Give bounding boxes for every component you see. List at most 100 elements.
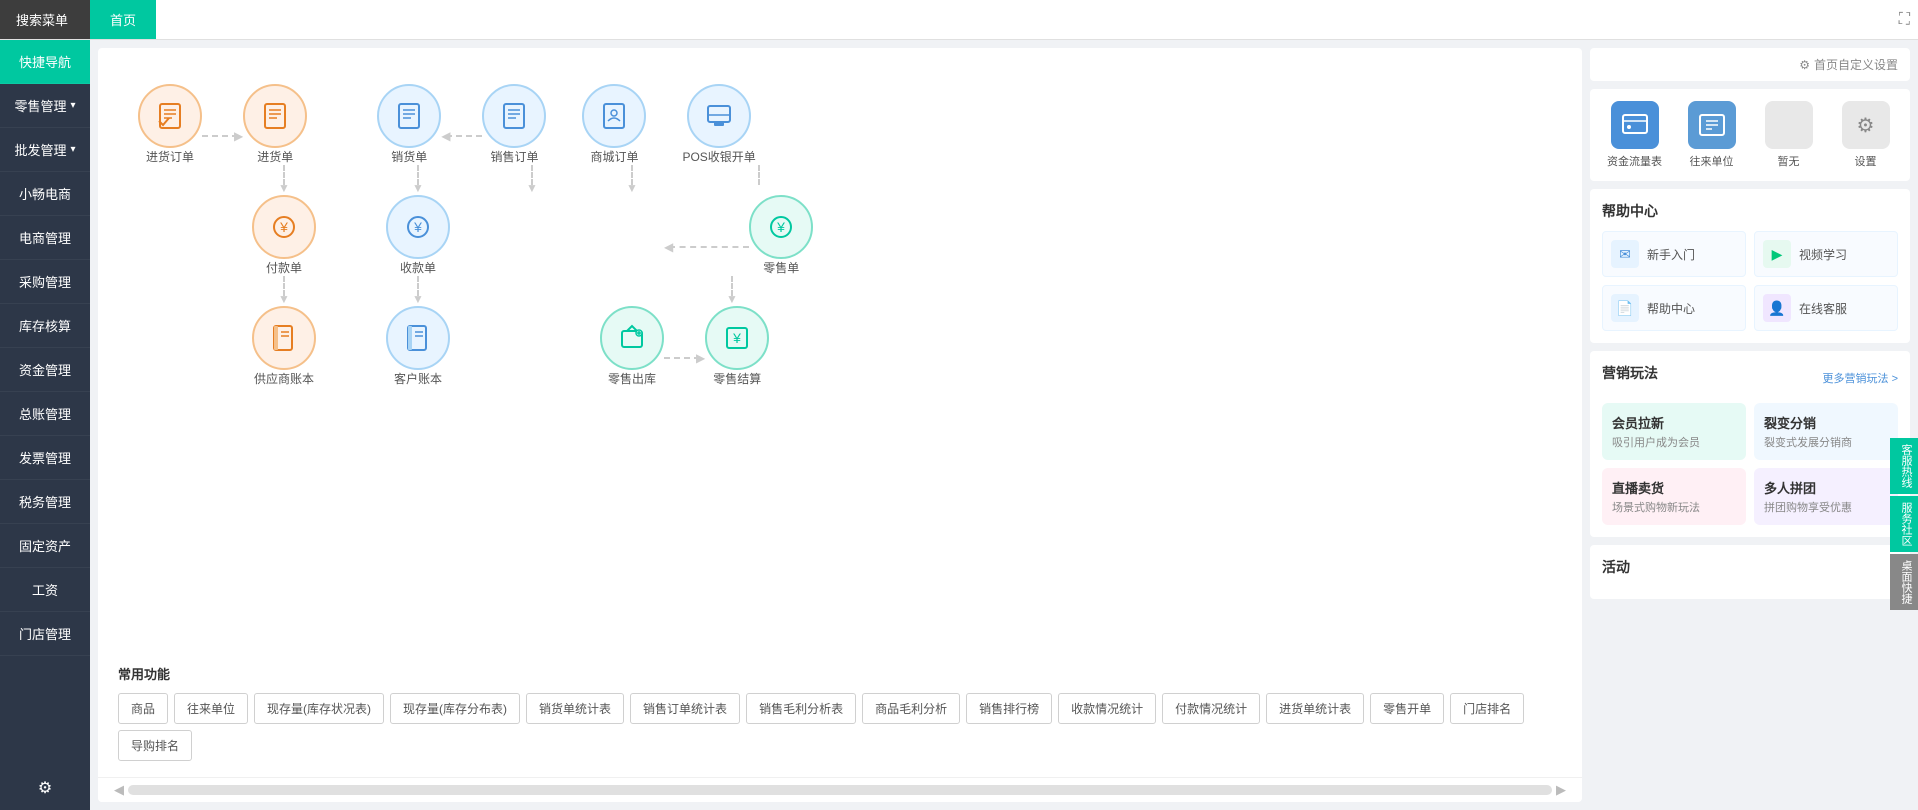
quick-icon-contacts[interactable]: 往来单位: [1679, 101, 1744, 169]
help-title: 帮助中心: [1602, 201, 1898, 221]
cf-btn-销售排行榜[interactable]: 销售排行榜: [966, 693, 1052, 724]
retail-slip-icon: ¥: [749, 195, 813, 259]
cf-btn-现存量(库存状况表)[interactable]: 现存量(库存状况表): [254, 693, 384, 724]
scroll-right-btn[interactable]: ▶: [1552, 782, 1570, 798]
node-retail-slip[interactable]: ¥ 零售单: [749, 195, 813, 276]
quick-icons-panel: 资金流量表 往来单位 暂无 ⚙: [1590, 89, 1910, 181]
tab-home[interactable]: 首页: [90, 0, 156, 39]
settings-label: 设置: [1855, 153, 1877, 169]
member-desc: 吸引用户成为会员: [1612, 434, 1736, 450]
help-video[interactable]: ▶ 视频学习: [1754, 231, 1898, 277]
help-online-service[interactable]: 👤 在线客服: [1754, 285, 1898, 331]
purchase-order-icon: [138, 84, 202, 148]
scroll-track[interactable]: [128, 785, 1552, 795]
marketing-fission[interactable]: 裂变分销 裂变式发展分销商: [1754, 403, 1898, 460]
vc-salesorder: ▼: [500, 165, 564, 195]
help-beginner[interactable]: ✉ 新手入门: [1602, 231, 1746, 277]
cf-btn-收款情况统计[interactable]: 收款情况统计: [1058, 693, 1156, 724]
sidebar-item-quick-nav[interactable]: 快捷导航: [0, 40, 90, 84]
node-supplier-book[interactable]: 供应商账本: [252, 306, 316, 387]
sidebar-item-xiaochang[interactable]: 小畅电商: [0, 172, 90, 216]
marketing-title: 营销玩法: [1602, 363, 1658, 383]
vc-pos: [700, 165, 764, 185]
sales-order-label: 销售订单: [490, 148, 538, 165]
sidebar-item-store[interactable]: 门店管理: [0, 612, 90, 656]
node-payment[interactable]: ¥ 付款单: [252, 195, 316, 276]
svg-text:¥: ¥: [776, 219, 785, 235]
node-retail-checkout[interactable]: ¥ 零售结算: [705, 306, 769, 387]
node-receipt[interactable]: ¥ 收款单: [386, 195, 450, 276]
marketing-group[interactable]: 多人拼团 拼团购物享受优惠: [1754, 468, 1898, 525]
quick-icon-cashflow[interactable]: 资金流量表: [1602, 101, 1667, 169]
quick-nav-setting-btn[interactable]: ⚙ 首页自定义设置: [1799, 56, 1898, 73]
sidebar-item-payroll[interactable]: 工资: [0, 568, 90, 612]
sidebar-item-invoice[interactable]: 发票管理: [0, 436, 90, 480]
sidebar-item-ledger[interactable]: 总账管理: [0, 392, 90, 436]
node-pos-cashier[interactable]: POS收银开单: [682, 84, 755, 165]
customer-book-icon: [386, 306, 450, 370]
sidebar-item-fund[interactable]: 资金管理: [0, 348, 90, 392]
search-menu-btn[interactable]: 搜索菜单: [0, 0, 90, 39]
service-community-btn[interactable]: 服务社区: [1890, 496, 1918, 552]
group-desc: 拼团购物享受优惠: [1764, 499, 1888, 515]
node-mall-order[interactable]: 商城订单: [582, 84, 646, 165]
sidebar-item-procurement[interactable]: 采购管理: [0, 260, 90, 304]
gear-setting-icon: ⚙: [1799, 58, 1810, 72]
sidebar-item-retail[interactable]: 零售管理 ▾: [0, 84, 90, 128]
cf-btn-销货单统计表[interactable]: 销货单统计表: [526, 693, 624, 724]
help-center-item[interactable]: 📄 帮助中心: [1602, 285, 1746, 331]
sidebar-item-ecommerce[interactable]: 电商管理: [0, 216, 90, 260]
node-purchase-receipt[interactable]: 进货单: [243, 84, 307, 165]
node-sales-order[interactable]: 销售订单: [482, 84, 546, 165]
cf-btn-销售订单统计表[interactable]: 销售订单统计表: [630, 693, 740, 724]
cf-btn-商品[interactable]: 商品: [118, 693, 168, 724]
sidebar-bottom: ⚙: [0, 766, 90, 810]
node-purchase-order[interactable]: 进货订单: [138, 84, 202, 165]
mall-order-icon: [582, 84, 646, 148]
payment-icon: ¥: [252, 195, 316, 259]
cf-btn-进货单统计表[interactable]: 进货单统计表: [1266, 693, 1364, 724]
receipt-label: 收款单: [400, 259, 436, 276]
marketing-member[interactable]: 会员拉新 吸引用户成为会员: [1602, 403, 1746, 460]
sidebar-item-fixed-assets[interactable]: 固定资产: [0, 524, 90, 568]
quick-icon-none[interactable]: 暂无: [1756, 101, 1821, 169]
sidebar-item-wholesale[interactable]: 批发管理 ▾: [0, 128, 90, 172]
cf-btn-往来单位[interactable]: 往来单位: [174, 693, 248, 724]
more-marketing-link[interactable]: 更多营销玩法 >: [1823, 370, 1898, 386]
node-sales-slip[interactable]: 销货单: [377, 84, 441, 165]
cf-btn-付款情况统计[interactable]: 付款情况统计: [1162, 693, 1260, 724]
flow-area: 进货订单 ▶ 进: [98, 48, 1582, 664]
receipt-icon: ¥: [386, 195, 450, 259]
sidebar-gear-btn[interactable]: ⚙: [0, 766, 90, 810]
cf-btn-门店排名[interactable]: 门店排名: [1450, 693, 1524, 724]
cf-btn-销售毛利分析表[interactable]: 销售毛利分析表: [746, 693, 856, 724]
node-retail-out[interactable]: 零售出库: [600, 306, 664, 387]
sales-slip-label: 销货单: [391, 148, 427, 165]
inner-split: 进货订单 ▶ 进: [90, 40, 1918, 810]
purchase-receipt-icon: [243, 84, 307, 148]
cf-btn-现存量(库存分布表)[interactable]: 现存量(库存分布表): [390, 693, 520, 724]
cf-btn-商品毛利分析[interactable]: 商品毛利分析: [862, 693, 960, 724]
fullscreen-btn[interactable]: ⛶: [1899, 11, 1910, 29]
customer-service-btn[interactable]: 客服热线: [1890, 438, 1918, 494]
vert-arrow-row: ▼ ▼: [138, 165, 1542, 195]
top-bar: 搜索菜单 首页 ⛶: [0, 0, 1918, 40]
quick-icon-settings[interactable]: ⚙ 设置: [1833, 101, 1898, 169]
scroll-left-btn[interactable]: ◀: [110, 782, 128, 798]
desktop-shortcut-btn[interactable]: 桌面快捷: [1890, 554, 1918, 610]
help-section: 帮助中心 ✉ 新手入门 ▶ 视频学习 📄 帮助中心: [1590, 189, 1910, 343]
sidebar-item-inventory[interactable]: 库存核算: [0, 304, 90, 348]
cf-btn-导购排名[interactable]: 导购排名: [118, 730, 192, 761]
cashflow-icon: [1611, 101, 1659, 149]
payment-label: 付款单: [266, 259, 302, 276]
node-customer-book[interactable]: 客户账本: [386, 306, 450, 387]
helpcenter-label: 帮助中心: [1647, 300, 1695, 317]
help-grid: ✉ 新手入门 ▶ 视频学习 📄 帮助中心 👤: [1602, 231, 1898, 331]
marketing-section: 营销玩法 更多营销玩法 > 会员拉新 吸引用户成为会员 裂变分销 裂变式发展分销…: [1590, 351, 1910, 537]
marketing-live[interactable]: 直播卖货 场景式购物新玩法: [1602, 468, 1746, 525]
contacts-icon: [1688, 101, 1736, 149]
cf-btn-零售开单[interactable]: 零售开单: [1370, 693, 1444, 724]
service-icon: 👤: [1763, 294, 1791, 322]
sidebar-item-tax[interactable]: 税务管理: [0, 480, 90, 524]
live-desc: 场景式购物新玩法: [1612, 499, 1736, 515]
